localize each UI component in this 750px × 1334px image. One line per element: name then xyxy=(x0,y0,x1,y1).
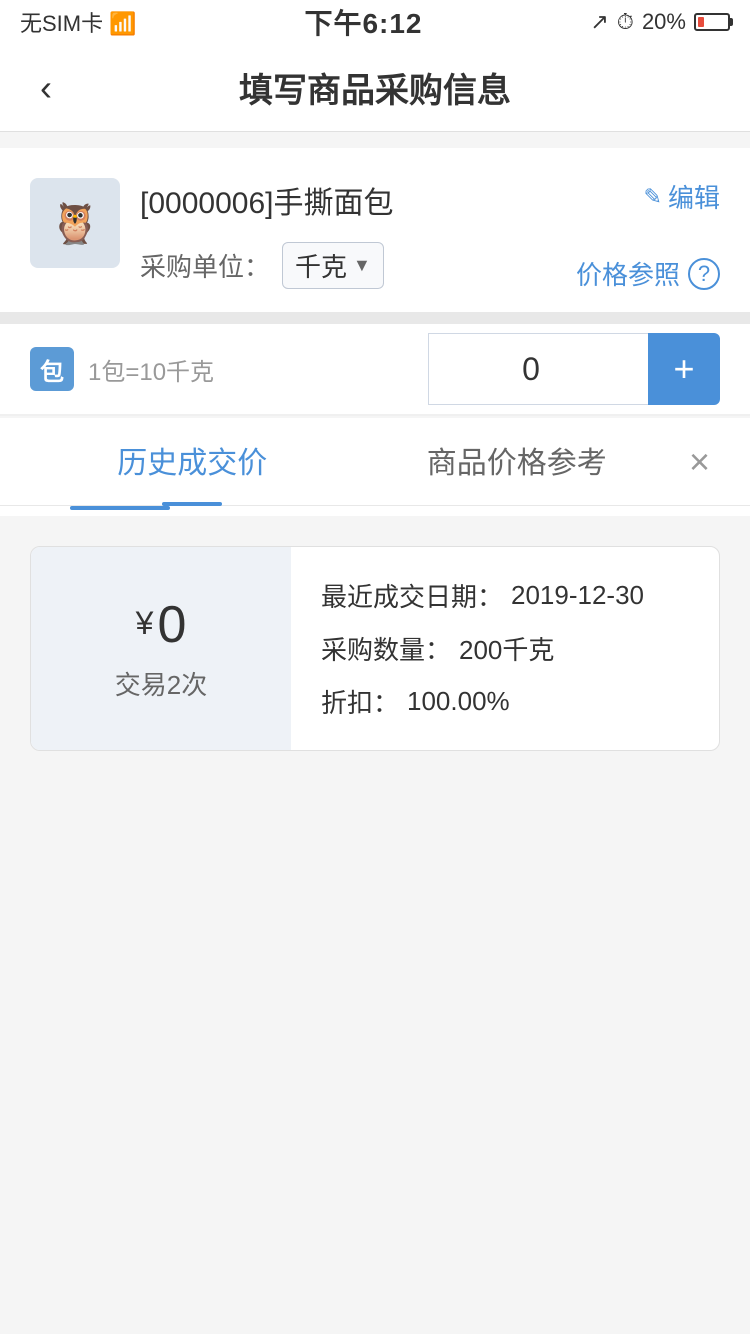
section-divider xyxy=(0,312,750,324)
price-ref-help-icon: ? xyxy=(688,258,720,290)
edit-button[interactable]: ✎ 编辑 xyxy=(644,178,720,215)
recent-date-value: 2019-12-30 xyxy=(511,580,644,611)
status-time: 下午6:12 xyxy=(304,2,422,42)
tab-underline-container xyxy=(0,506,750,516)
quantity-input[interactable] xyxy=(428,333,648,405)
product-top: 🦉 [0000006]手撕面包 采购单位： 千克 ▼ ✎ 编辑 价格参照 xyxy=(30,178,720,292)
history-details-panel: 最近成交日期： 2019-12-30 采购数量： 200千克 折扣： 100.0… xyxy=(291,547,719,750)
tab-price-ref-label: 商品价格参考 xyxy=(427,447,607,480)
unit-box-label: 包 xyxy=(40,352,64,387)
plus-icon: + xyxy=(673,348,694,390)
unit-box: 包 xyxy=(30,347,74,391)
discount-value: 100.00% xyxy=(407,686,510,717)
price-ref-button[interactable]: 价格参照 ? xyxy=(576,255,720,292)
history-price-display: ¥ 0 xyxy=(136,595,187,655)
tab-close-button[interactable]: × xyxy=(679,431,720,493)
unit-label-text: 采购单位： xyxy=(140,247,270,284)
product-actions: ✎ 编辑 价格参照 ? xyxy=(576,178,720,292)
content-area: ¥ 0 交易2次 最近成交日期： 2019-12-30 采购数量： 200千克 … xyxy=(0,516,750,1116)
purchase-qty-value: 200千克 xyxy=(459,630,554,667)
unit-dropdown[interactable]: 千克 ▼ xyxy=(282,242,384,289)
purchase-qty-row: 采购数量： 200千克 xyxy=(321,630,689,667)
page-title: 填写商品采购信息 xyxy=(239,63,511,112)
active-tab-underline xyxy=(70,506,170,510)
nav-bar: ‹ 填写商品采购信息 xyxy=(0,44,750,132)
product-left: 🦉 [0000006]手撕面包 采购单位： 千克 ▼ xyxy=(30,178,393,289)
purchase-qty-label: 采购数量： xyxy=(321,630,451,667)
discount-row: 折扣： 100.00% xyxy=(321,683,689,720)
tab-bar: 历史成交价 商品价格参考 × xyxy=(0,418,750,506)
status-bar: 无SIM卡 📶 下午6:12 ↗ ⏱ 20% xyxy=(0,0,750,44)
price-amount: 0 xyxy=(157,595,186,655)
price-ref-label: 价格参照 xyxy=(576,255,680,292)
quantity-control: + xyxy=(428,333,720,405)
thin-divider xyxy=(0,414,750,416)
unit-value: 千克 xyxy=(295,247,347,284)
recent-date-row: 最近成交日期： 2019-12-30 xyxy=(321,577,689,614)
unit-conversion-text: 1包=10千克 xyxy=(88,352,214,387)
status-left: 无SIM卡 📶 xyxy=(20,6,137,38)
battery-icon xyxy=(694,13,730,31)
back-button[interactable]: ‹ xyxy=(30,57,62,119)
product-thumbnail: 🦉 xyxy=(30,178,120,268)
location-icon: ↗ xyxy=(590,9,608,35)
carrier-text: 无SIM卡 📶 xyxy=(20,6,137,38)
unit-label-group: 包 1包=10千克 xyxy=(30,347,214,391)
history-card: ¥ 0 交易2次 最近成交日期： 2019-12-30 采购数量： 200千克 … xyxy=(30,546,720,751)
discount-label: 折扣： xyxy=(321,683,399,720)
edit-icon: ✎ xyxy=(644,184,662,210)
history-price-panel: ¥ 0 交易2次 xyxy=(31,547,291,750)
product-unit-row: 采购单位： 千克 ▼ xyxy=(140,242,393,289)
price-currency-symbol: ¥ xyxy=(136,605,154,642)
trades-count: 交易2次 xyxy=(115,665,207,702)
product-info: [0000006]手撕面包 采购单位： 千克 ▼ xyxy=(140,178,393,289)
product-name: [0000006]手撕面包 xyxy=(140,178,393,222)
quantity-row: 包 1包=10千克 + xyxy=(0,324,750,414)
tab-history-label: 历史成交价 xyxy=(117,447,267,480)
recent-date-label: 最近成交日期： xyxy=(321,577,503,614)
product-logo-icon: 🦉 xyxy=(50,200,100,247)
quantity-plus-button[interactable]: + xyxy=(648,333,720,405)
tab-history-price[interactable]: 历史成交价 xyxy=(30,438,354,486)
alarm-icon: ⏱ xyxy=(617,9,634,35)
product-card: 🦉 [0000006]手撕面包 采购单位： 千克 ▼ ✎ 编辑 价格参照 xyxy=(0,148,750,312)
dropdown-arrow-icon: ▼ xyxy=(353,255,371,276)
tab-price-ref[interactable]: 商品价格参考 xyxy=(354,438,678,486)
edit-label: 编辑 xyxy=(668,178,720,215)
battery-percent: 20% xyxy=(642,9,686,35)
status-right: ↗ ⏱ 20% xyxy=(590,9,730,35)
